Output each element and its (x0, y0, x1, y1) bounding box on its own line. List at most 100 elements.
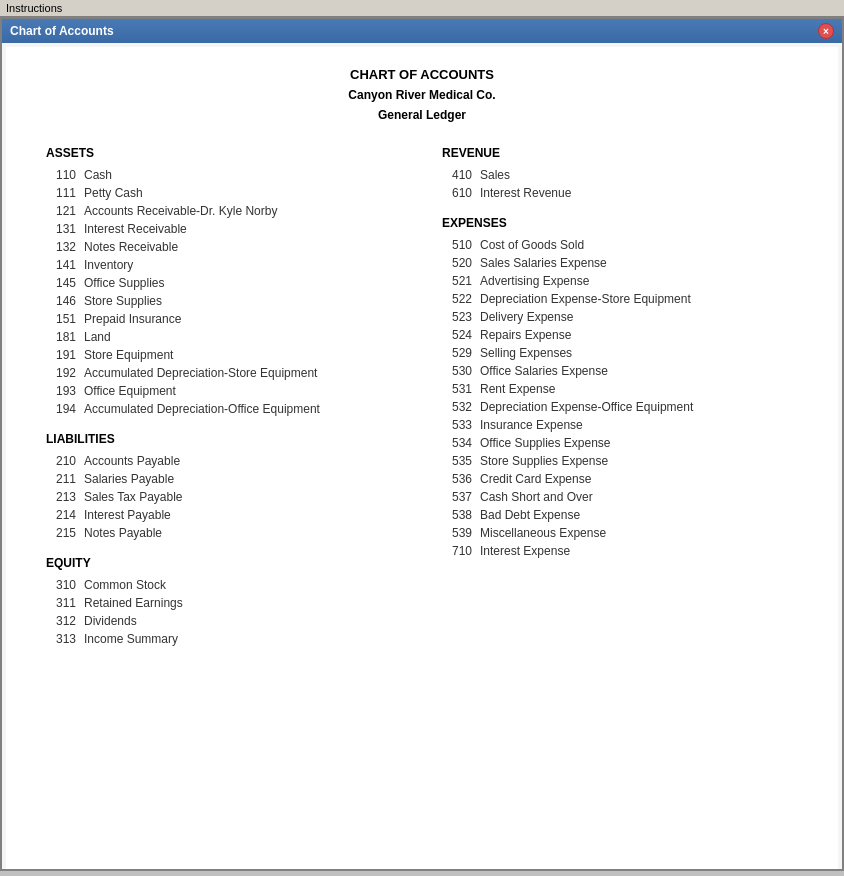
window-title: Chart of Accounts (10, 24, 114, 38)
account-name: Delivery Expense (480, 310, 573, 324)
account-name: Salaries Payable (84, 472, 174, 486)
account-number: 110 (46, 168, 76, 182)
liabilities-header: LIABILITIES (46, 432, 402, 446)
account-name: Sales (480, 168, 510, 182)
account-name: Interest Expense (480, 544, 570, 558)
assets-header: ASSETS (46, 146, 402, 160)
account-name: Credit Card Expense (480, 472, 591, 486)
account-number: 523 (442, 310, 472, 324)
account-number: 191 (46, 348, 76, 362)
account-number: 194 (46, 402, 76, 416)
title-bar: Chart of Accounts × (2, 19, 842, 43)
main-title: CHART OF ACCOUNTS (46, 67, 798, 82)
table-row: 193Office Equipment (46, 384, 402, 398)
account-name: Depreciation Expense-Store Equipment (480, 292, 691, 306)
account-number: 310 (46, 578, 76, 592)
account-number: 522 (442, 292, 472, 306)
table-row: 531Rent Expense (442, 382, 798, 396)
account-name: Office Supplies Expense (480, 436, 611, 450)
table-row: 610Interest Revenue (442, 186, 798, 200)
table-row: 522 Depreciation Expense-Store Equipment (442, 292, 798, 306)
account-name: Office Supplies (84, 276, 165, 290)
account-number: 537 (442, 490, 472, 504)
table-row: 535Store Supplies Expense (442, 454, 798, 468)
table-row: 530Office Salaries Expense (442, 364, 798, 378)
table-row: 313Income Summary (46, 632, 402, 646)
account-name: Common Stock (84, 578, 166, 592)
account-number: 520 (442, 256, 472, 270)
table-row: 141Inventory (46, 258, 402, 272)
account-number: 521 (442, 274, 472, 288)
liabilities-list: 210Accounts Payable211Salaries Payable21… (46, 454, 402, 540)
account-name: Selling Expenses (480, 346, 572, 360)
expenses-list: 510Cost of Goods Sold520Sales Salaries E… (442, 238, 798, 558)
table-row: 311Retained Earnings (46, 596, 402, 610)
expenses-header: EXPENSES (442, 216, 798, 230)
account-number: 533 (442, 418, 472, 432)
table-row: 145Office Supplies (46, 276, 402, 290)
account-name: Store Supplies (84, 294, 162, 308)
table-row: 310 Common Stock (46, 578, 402, 592)
account-name: Interest Revenue (480, 186, 571, 200)
account-name: Depreciation Expense-Office Equipment (480, 400, 693, 414)
account-name: Inventory (84, 258, 133, 272)
equity-list: 310 Common Stock 311Retained Earnings 312Di… (46, 578, 402, 646)
account-number: 146 (46, 294, 76, 308)
table-row: 521Advertising Expense (442, 274, 798, 288)
equity-header: EQUITY (46, 556, 402, 570)
table-row: 532Depreciation Expense-Office Equipment (442, 400, 798, 414)
table-row: 523 Delivery Expense (442, 310, 798, 324)
account-name: Dividends (84, 614, 137, 628)
account-number: 538 (442, 508, 472, 522)
close-button[interactable]: × (818, 23, 834, 39)
revenue-header: REVENUE (442, 146, 798, 160)
table-row: 132Notes Receivable (46, 240, 402, 254)
table-row: 215 Notes Payable (46, 526, 402, 540)
table-row: 510Cost of Goods Sold (442, 238, 798, 252)
table-row: 192 Accumulated Depreciation-Store Equipm… (46, 366, 402, 380)
table-row: 111Petty Cash (46, 186, 402, 200)
account-number: 313 (46, 632, 76, 646)
table-row: 539Miscellaneous Expense (442, 526, 798, 540)
table-row: 151Prepaid Insurance (46, 312, 402, 326)
account-name: Office Equipment (84, 384, 176, 398)
table-row: 524 Repairs Expense (442, 328, 798, 342)
account-name: Store Supplies Expense (480, 454, 608, 468)
columns-layout: ASSETS 110 Cash 111Petty Cash 121 Accounts R… (46, 142, 798, 650)
account-number: 121 (46, 204, 76, 218)
account-number: 111 (46, 186, 76, 200)
account-number: 410 (442, 168, 472, 182)
table-row: 536 Credit Card Expense (442, 472, 798, 486)
account-number: 710 (442, 544, 472, 558)
account-number: 530 (442, 364, 472, 378)
account-number: 536 (442, 472, 472, 486)
table-row: 710 Interest Expense (442, 544, 798, 558)
account-name: Repairs Expense (480, 328, 571, 342)
account-number: 524 (442, 328, 472, 342)
account-number: 215 (46, 526, 76, 540)
table-row: 312Dividends (46, 614, 402, 628)
left-column: ASSETS 110 Cash 111Petty Cash 121 Accounts R… (46, 142, 422, 650)
account-number: 181 (46, 330, 76, 344)
table-row: 410 Sales (442, 168, 798, 182)
table-row: 214 Interest Payable (46, 508, 402, 522)
account-name: Cash (84, 168, 112, 182)
account-number: 539 (442, 526, 472, 540)
account-number: 151 (46, 312, 76, 326)
account-name: Accounts Receivable-Dr. Kyle Norby (84, 204, 277, 218)
account-name: Interest Receivable (84, 222, 187, 236)
account-number: 213 (46, 490, 76, 504)
account-name: Rent Expense (480, 382, 555, 396)
account-name: Cash Short and Over (480, 490, 593, 504)
account-name: Accounts Payable (84, 454, 180, 468)
account-name: Interest Payable (84, 508, 171, 522)
table-row: 194Accumulated Depreciation-Office Equip… (46, 402, 402, 416)
table-row: 181Land (46, 330, 402, 344)
revenue-list: 410 Sales 610Interest Revenue (442, 168, 798, 200)
account-number: 214 (46, 508, 76, 522)
account-number: 211 (46, 472, 76, 486)
scroll-container[interactable]: CHART OF ACCOUNTS Canyon River Medical C… (2, 43, 842, 869)
account-number: 192 (46, 366, 76, 380)
account-name: Accumulated Depreciation-Store Equipment (84, 366, 317, 380)
account-name: Notes Payable (84, 526, 162, 540)
